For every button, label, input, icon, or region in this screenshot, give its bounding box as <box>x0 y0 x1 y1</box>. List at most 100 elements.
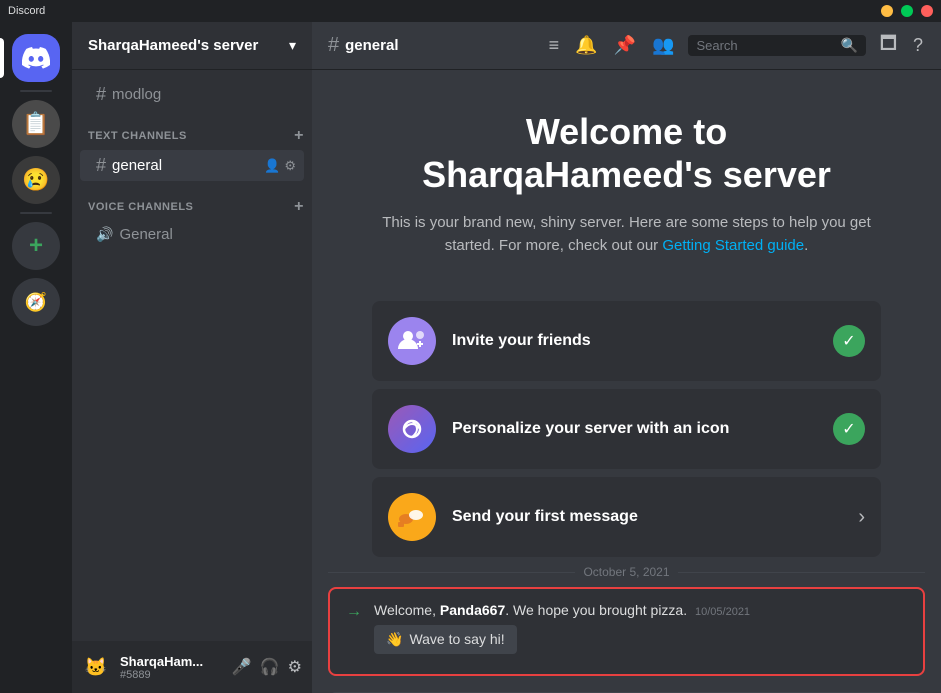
active-indicator <box>0 38 4 78</box>
inbox-icon[interactable]: 🗖 <box>878 29 899 63</box>
search-input[interactable] <box>696 38 836 53</box>
divider-line-left <box>328 572 575 573</box>
channel-settings-icon[interactable]: ⚙ <box>284 158 296 174</box>
invite-icon-svg <box>398 327 426 355</box>
invite-task-label: Invite your friends <box>452 332 817 350</box>
welcome-section: Welcome toSharqaHameed's server This is … <box>312 70 941 301</box>
message-arrow-icon: → <box>346 603 362 621</box>
message-timestamp: 10/05/2021 <box>695 606 750 618</box>
server-header[interactable]: SharqaHameed's server ▾ <box>72 22 312 70</box>
user-tag: #5889 <box>120 669 222 681</box>
channel-item-general[interactable]: # general 👤 ⚙ <box>80 150 304 181</box>
user-info: SharqaHam... #5889 <box>120 654 222 681</box>
wave-button-label: Wave to say hi! <box>409 631 504 647</box>
chat-section: October 5, 2021 → Welcome, Panda667. We … <box>312 557 941 693</box>
add-voice-channel-button[interactable]: + <box>294 198 304 216</box>
wave-emoji: 👋 <box>386 631 403 648</box>
server-dropdown-icon: ▾ <box>289 37 296 54</box>
user-panel: 🐱 SharqaHam... #5889 🎤 🎧 ⚙ <box>72 641 312 693</box>
message-task-icon <box>388 493 436 541</box>
divider-line-right <box>678 572 925 573</box>
date-label: October 5, 2021 <box>583 565 669 579</box>
getting-started-link[interactable]: Getting Started guide <box>662 237 804 254</box>
invite-task-check: ✓ <box>833 325 865 357</box>
title-bar-title: Discord <box>8 5 45 17</box>
welcome-description: This is your brand new, shiny server. He… <box>372 212 881 257</box>
date-divider: October 5, 2021 <box>312 557 941 587</box>
user-settings-button[interactable]: ⚙ <box>286 655 304 679</box>
add-text-channel-button[interactable]: + <box>294 127 304 145</box>
server-icon-2[interactable]: 😢 <box>12 156 60 204</box>
search-icon: 🔍 <box>840 37 857 54</box>
channel-list: # modlog TEXT CHANNELS + # general 👤 ⚙ V… <box>72 70 312 641</box>
close-button[interactable] <box>921 5 933 17</box>
task-cards: Invite your friends ✓ Personalize your s… <box>312 301 941 557</box>
username-display: SharqaHam... <box>120 654 222 669</box>
text-channels-label: TEXT CHANNELS <box>88 130 187 142</box>
server-icon-main[interactable] <box>12 34 60 82</box>
channel-title-name: general <box>345 37 398 54</box>
add-member-icon[interactable]: 👤 <box>264 158 280 174</box>
message-highlight-box: → Welcome, Panda667. We hope you brought… <box>328 587 925 676</box>
voice-channel-name: General <box>119 226 172 243</box>
message-row: → Welcome, Panda667. We hope you brought… <box>346 601 907 654</box>
personalize-task-icon <box>388 405 436 453</box>
help-icon[interactable]: ? <box>911 33 925 58</box>
general-channel-hash: # <box>96 155 106 176</box>
channel-name-general: general <box>112 157 162 174</box>
voice-channels-label: VOICE CHANNELS <box>88 201 193 213</box>
explore-servers-button[interactable]: 🧭 <box>12 278 60 326</box>
server-sidebar: 📋 😢 + 🧭 <box>0 22 72 693</box>
channel-title: # general <box>328 34 398 57</box>
message-task-label: Send your first message <box>452 508 842 526</box>
invite-task-icon <box>388 317 436 365</box>
search-bar: 🔍 <box>688 35 865 56</box>
server-name-title: SharqaHameed's server <box>422 154 831 195</box>
user-controls: 🎤 🎧 ⚙ <box>230 655 304 679</box>
minimize-button[interactable] <box>881 5 893 17</box>
voice-channels-section: VOICE CHANNELS + <box>72 182 312 220</box>
wave-button[interactable]: 👋 Wave to say hi! <box>374 625 517 654</box>
user-avatar: 🐱 <box>80 651 112 683</box>
top-bar: # general ≡ 🔔 📌 👥 🔍 🗖 ? <box>312 22 941 70</box>
server-divider-2 <box>20 212 52 214</box>
members-icon[interactable]: 👥 <box>650 33 676 58</box>
welcome-title: Welcome toSharqaHameed's server <box>372 110 881 196</box>
pinned-icon[interactable]: 📌 <box>612 33 638 58</box>
server-name: SharqaHameed's server <box>88 37 258 54</box>
title-bar-controls <box>881 5 933 17</box>
channel-name-modlog: modlog <box>112 86 161 103</box>
personalize-task-label: Personalize your server with an icon <box>452 420 817 438</box>
voice-icon: 🔊 <box>96 226 113 243</box>
notifications-icon[interactable]: 🔔 <box>573 33 599 58</box>
personalize-task-check: ✓ <box>833 413 865 445</box>
message-task-arrow: › <box>858 506 865 529</box>
discord-logo-icon <box>22 47 50 69</box>
message-text: Welcome, Panda667. We hope you brought p… <box>374 602 750 618</box>
channel-hash-icon: # <box>96 84 106 105</box>
message-content: Welcome, Panda667. We hope you brought p… <box>374 601 907 654</box>
message-icon-svg <box>396 503 428 531</box>
app: 📋 😢 + 🧭 SharqaHameed's server ▾ # modlog… <box>0 22 941 693</box>
task-card-personalize[interactable]: Personalize your server with an icon ✓ <box>372 389 881 469</box>
channel-item-modlog[interactable]: # modlog <box>80 79 304 110</box>
personalize-icon-svg <box>398 415 426 443</box>
main-content: # general ≡ 🔔 📌 👥 🔍 🗖 ? Welcome toSharqa… <box>312 22 941 693</box>
server-divider <box>20 90 52 92</box>
maximize-button[interactable] <box>901 5 913 17</box>
channel-title-hash: # <box>328 34 339 57</box>
title-bar: Discord <box>0 0 941 22</box>
add-server-button[interactable]: + <box>12 222 60 270</box>
channel-actions: 👤 ⚙ <box>264 158 296 174</box>
channel-sidebar: SharqaHameed's server ▾ # modlog TEXT CH… <box>72 22 312 693</box>
server-icon-1[interactable]: 📋 <box>12 100 60 148</box>
content-area: Welcome toSharqaHameed's server This is … <box>312 70 941 693</box>
task-card-invite[interactable]: Invite your friends ✓ <box>372 301 881 381</box>
mentioned-username: Panda667 <box>440 602 505 618</box>
task-card-message[interactable]: Send your first message › <box>372 477 881 557</box>
channel-item-voice-general[interactable]: 🔊 General <box>80 221 304 248</box>
message-input-bar: ➕ 🎁 GIF 🗒 😊 <box>312 684 941 693</box>
mic-button[interactable]: 🎤 <box>230 655 254 679</box>
headphones-button[interactable]: 🎧 <box>258 655 282 679</box>
threads-icon[interactable]: ≡ <box>547 33 562 58</box>
